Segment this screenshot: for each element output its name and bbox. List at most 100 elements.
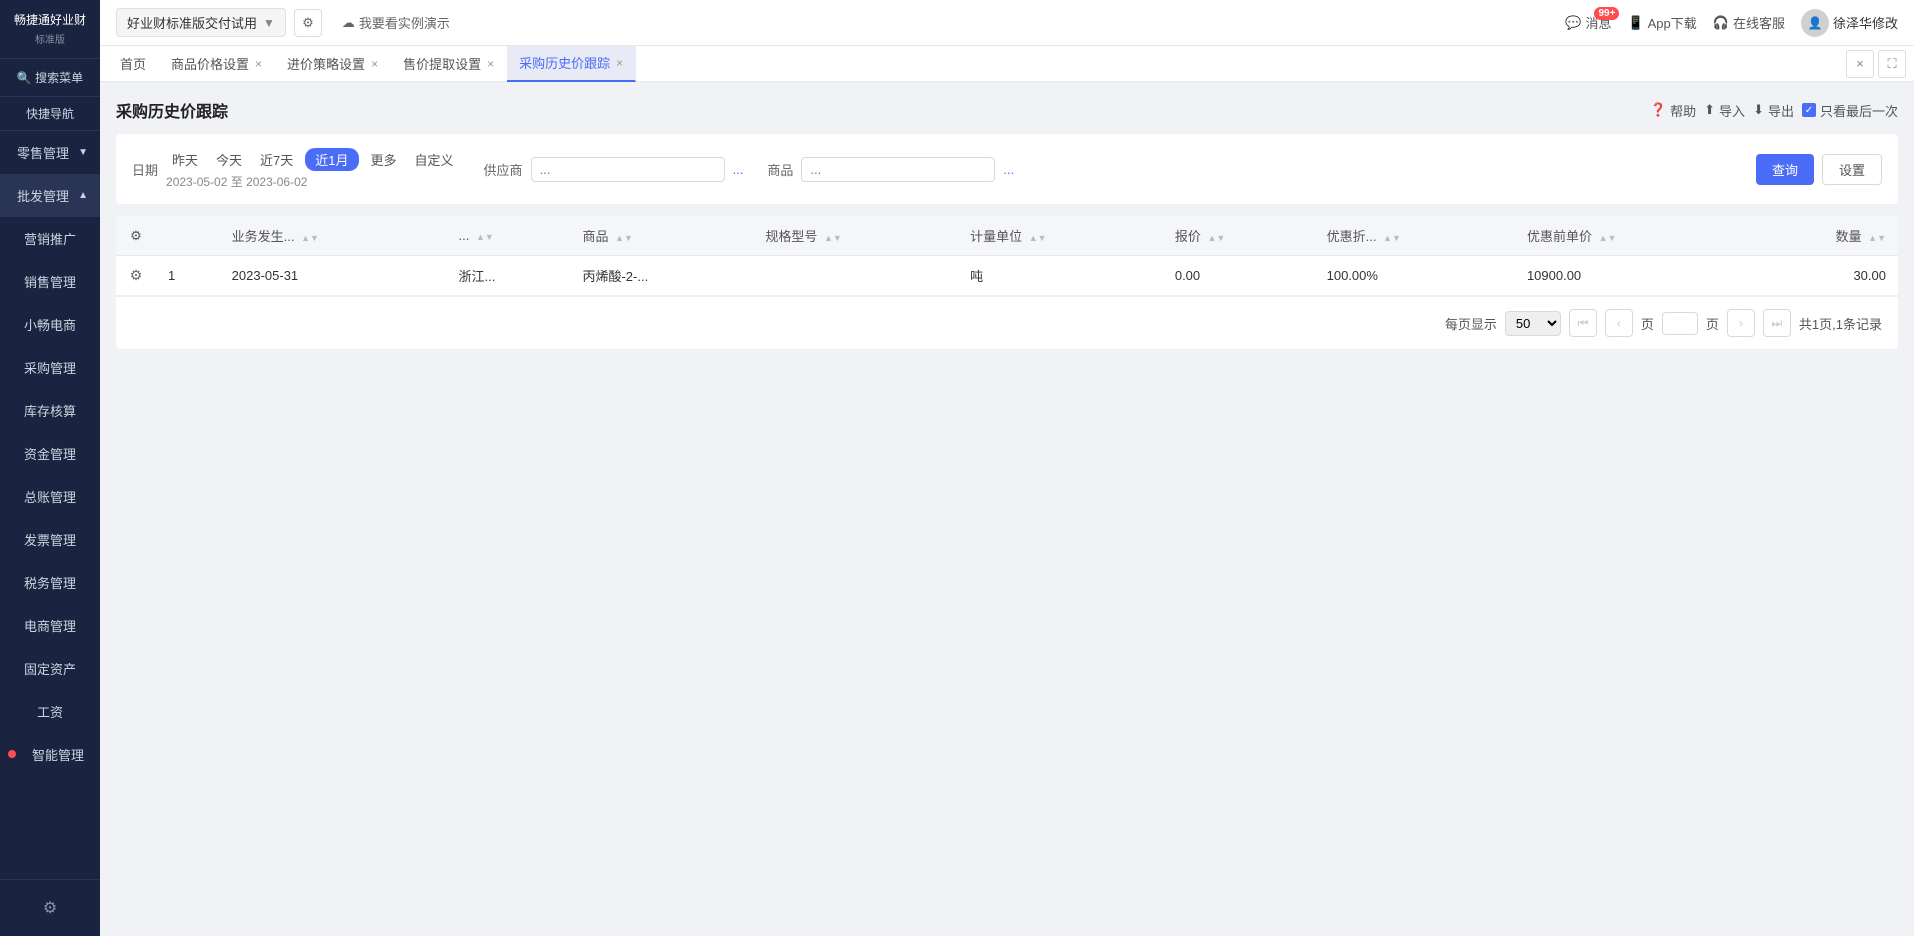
sidebar-item-invoice[interactable]: 发票管理 xyxy=(0,518,100,561)
headphone-icon: 🎧 xyxy=(1713,15,1729,31)
sidebar-item-marketing[interactable]: 营销推广 xyxy=(0,217,100,260)
table-header-quantity[interactable]: 数量 ▲▼ xyxy=(1746,216,1898,256)
data-table: ⚙ 业务发生... ▲▼ ... ▲▼ 商品 ▲▼ xyxy=(116,216,1898,296)
page-header: 采购历史价跟踪 ❓ 帮助 ⬆ 导入 ⬇ 导出 只看最后一次 xyxy=(116,98,1898,122)
tab-purchase-history-close[interactable]: × xyxy=(616,56,623,70)
topbar-settings-button[interactable]: ⚙ xyxy=(294,9,322,37)
first-page-button[interactable]: ⏮ xyxy=(1569,309,1597,337)
filter-goods: 商品 ... xyxy=(767,157,1014,182)
sidebar-item-sales[interactable]: 销售管理 xyxy=(0,260,100,303)
row-gear-icon[interactable]: ⚙ xyxy=(130,267,143,283)
sort-icon: ▲▼ xyxy=(1599,233,1617,243)
sidebar-retail-label: 零售管理 xyxy=(12,143,74,162)
row-quantity: 30.00 xyxy=(1853,268,1886,283)
table-header-more[interactable]: ... ▲▼ xyxy=(446,216,570,256)
export-label: 导出 xyxy=(1768,101,1794,120)
messages-badge: 99+ xyxy=(1594,7,1619,20)
sidebar-item-quick-nav[interactable]: 快捷导航 xyxy=(0,97,100,131)
sidebar-item-wholesale[interactable]: 批发管理 ▲ xyxy=(0,174,100,217)
export-icon: ⬇ xyxy=(1753,102,1764,118)
page-content: 采购历史价跟踪 ❓ 帮助 ⬆ 导入 ⬇ 导出 只看最后一次 xyxy=(100,82,1914,936)
user-info[interactable]: 👤 徐泽华修改 xyxy=(1801,9,1898,37)
table-header-unit[interactable]: 计量单位 ▲▼ xyxy=(958,216,1163,256)
sidebar-item-purchase[interactable]: 采购管理 xyxy=(0,346,100,389)
filter-area: 日期 昨天 今天 近7天 近1月 更多 自定义 2023-05-02 至 202… xyxy=(116,134,1898,204)
page-label-before: 页 xyxy=(1641,314,1654,333)
cloud-icon: ☁ xyxy=(342,15,355,31)
goods-input[interactable] xyxy=(801,157,995,182)
online-service-button[interactable]: 🎧 在线客服 xyxy=(1713,13,1785,32)
sidebar-item-inventory[interactable]: 库存核算 xyxy=(0,389,100,432)
last-page-button[interactable]: ⏭ xyxy=(1763,309,1791,337)
sort-icon: ▲▼ xyxy=(301,233,319,243)
goods-more-button[interactable]: ... xyxy=(1003,162,1014,177)
page-actions: ❓ 帮助 ⬆ 导入 ⬇ 导出 只看最后一次 xyxy=(1650,101,1898,120)
query-button[interactable]: 查询 xyxy=(1756,154,1814,185)
sidebar-item-ledger[interactable]: 总账管理 xyxy=(0,475,100,518)
filter-settings-button[interactable]: 设置 xyxy=(1822,154,1882,185)
tab-sale-price[interactable]: 售价提取设置 × xyxy=(391,46,507,82)
row-unit-cell: 吨 xyxy=(958,256,1163,296)
tab-price[interactable]: 商品价格设置 × xyxy=(159,46,275,82)
sidebar-tax-label: 税务管理 xyxy=(8,573,92,592)
prev-page-button[interactable]: ‹ xyxy=(1605,309,1633,337)
chevron-down-icon: ▼ xyxy=(78,147,88,158)
sidebar-item-smart[interactable]: 智能管理 xyxy=(0,733,100,776)
tab-purchase-strategy[interactable]: 进价策略设置 × xyxy=(275,46,391,82)
sidebar-bottom: ⚙ xyxy=(0,879,100,936)
tab-home[interactable]: 首页 xyxy=(108,46,159,82)
table-header-goods[interactable]: 商品 ▲▼ xyxy=(570,216,753,256)
sidebar-ecommerce-small-label: 小畅电商 xyxy=(8,315,92,334)
sidebar-settings-icon[interactable]: ⚙ xyxy=(0,890,100,926)
sidebar-smart-label: 智能管理 xyxy=(24,745,92,764)
row-quote-cell: 0.00 xyxy=(1163,256,1315,296)
sidebar-item-tax[interactable]: 税务管理 xyxy=(0,561,100,604)
supplier-input[interactable] xyxy=(531,157,725,182)
sidebar-item-retail[interactable]: 零售管理 ▼ xyxy=(0,131,100,174)
tabs-collapse-button[interactable]: × xyxy=(1846,50,1874,78)
sidebar-invoice-label: 发票管理 xyxy=(8,530,92,549)
date-option-today[interactable]: 今天 xyxy=(210,148,248,171)
only-last-checkbox[interactable]: 只看最后一次 xyxy=(1802,101,1898,120)
messages-button[interactable]: 💬 消息 99+ xyxy=(1565,13,1611,32)
row-supplier: 浙江... xyxy=(458,269,495,284)
next-page-button[interactable]: › xyxy=(1727,309,1755,337)
sort-icon: ▲▼ xyxy=(1383,233,1401,243)
tab-purchase-strategy-close[interactable]: × xyxy=(371,57,378,71)
date-option-7days[interactable]: 近7天 xyxy=(254,148,299,171)
table-header-quote[interactable]: 报价 ▲▼ xyxy=(1163,216,1315,256)
table-header-discount[interactable]: 优惠折... ▲▼ xyxy=(1315,216,1515,256)
tabs-maximize-button[interactable]: ⛶ xyxy=(1878,50,1906,78)
demo-link[interactable]: ☁ 我要看实例演示 xyxy=(342,13,450,32)
table-header-biz-date[interactable]: 业务发生... ▲▼ xyxy=(220,216,447,256)
app-download-button[interactable]: 📱 App下载 xyxy=(1627,13,1696,32)
date-option-more[interactable]: 更多 xyxy=(365,148,403,171)
checkbox-checked-icon xyxy=(1802,103,1816,117)
per-page-select[interactable]: 50 100 200 xyxy=(1505,311,1561,336)
sidebar-item-ecommerce[interactable]: 电商管理 xyxy=(0,604,100,647)
sidebar-item-salary[interactable]: 工资 xyxy=(0,690,100,733)
page-number-input[interactable]: 1 xyxy=(1662,312,1698,335)
sidebar-item-ecommerce-small[interactable]: 小畅电商 xyxy=(0,303,100,346)
import-button[interactable]: ⬆ 导入 xyxy=(1704,101,1745,120)
sidebar-assets-label: 固定资产 xyxy=(8,659,92,678)
tab-purchase-history[interactable]: 采购历史价跟踪 × xyxy=(507,46,636,82)
sort-icon: ▲▼ xyxy=(824,233,842,243)
date-option-yesterday[interactable]: 昨天 xyxy=(166,148,204,171)
help-button[interactable]: ❓ 帮助 xyxy=(1650,101,1696,120)
gear-icon[interactable]: ⚙ xyxy=(130,228,142,243)
date-options-group: 昨天 今天 近7天 近1月 更多 自定义 2023-05-02 至 2023-0… xyxy=(166,148,460,190)
tab-price-close[interactable]: × xyxy=(255,57,262,71)
export-button[interactable]: ⬇ 导出 xyxy=(1753,101,1794,120)
sidebar-item-search[interactable]: 🔍 搜索菜单 xyxy=(0,59,100,97)
supplier-more-button[interactable]: ... xyxy=(733,162,744,177)
product-selector[interactable]: 好业财标准版交付试用 ▼ xyxy=(116,8,286,37)
topbar-right: 💬 消息 99+ 📱 App下载 🎧 在线客服 👤 徐泽华修改 xyxy=(1565,9,1898,37)
date-option-custom[interactable]: 自定义 xyxy=(409,148,460,171)
sidebar-item-finance[interactable]: 资金管理 xyxy=(0,432,100,475)
tab-sale-price-close[interactable]: × xyxy=(487,57,494,71)
sidebar-item-assets[interactable]: 固定资产 xyxy=(0,647,100,690)
date-option-1month[interactable]: 近1月 xyxy=(305,148,358,171)
table-header-pre-discount-price[interactable]: 优惠前单价 ▲▼ xyxy=(1515,216,1746,256)
table-header-spec[interactable]: 规格型号 ▲▼ xyxy=(753,216,958,256)
